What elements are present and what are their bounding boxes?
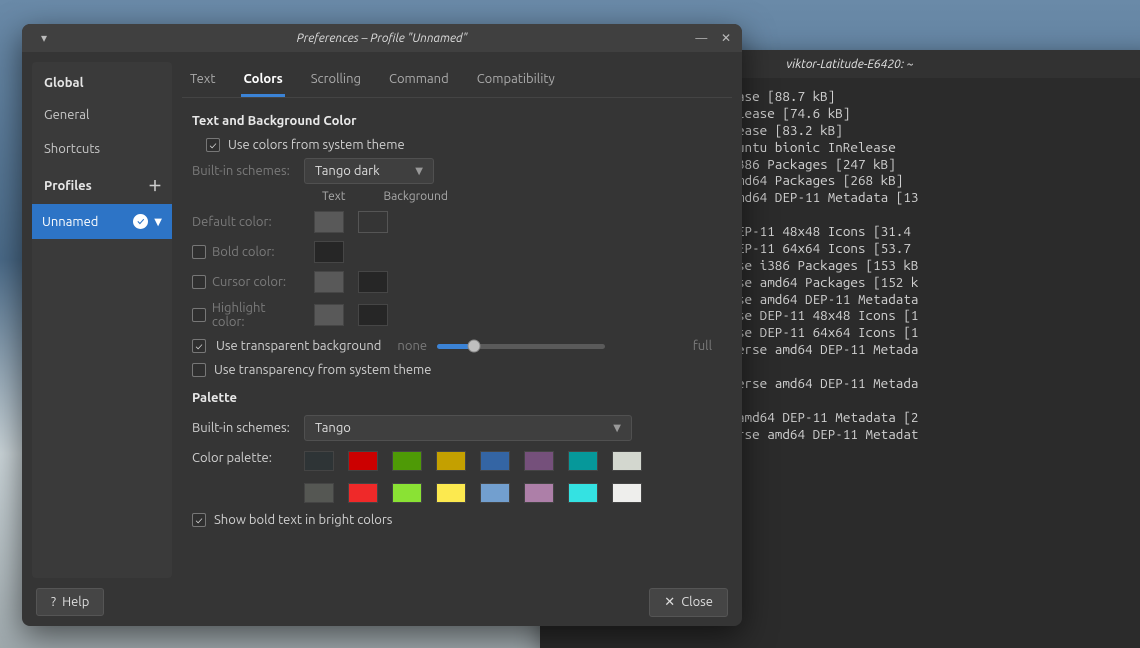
select-palette-scheme[interactable]: Tango ▼ — [304, 415, 632, 441]
palette-swatch-11[interactable] — [436, 483, 466, 503]
column-text: Text — [322, 190, 346, 203]
terminal-title: viktor-Latitude-E6420: ~ — [786, 58, 913, 71]
label-transparency-theme: Use transparency from system theme — [214, 363, 431, 377]
close-icon[interactable]: ✕ — [718, 30, 734, 46]
label-transparent-full: full — [693, 339, 712, 353]
palette-swatch-4[interactable] — [480, 451, 510, 471]
swatch-bold-text — [314, 241, 344, 263]
palette-swatch-12[interactable] — [480, 483, 510, 503]
label-color-palette: Color palette: — [192, 447, 296, 465]
label-palette-builtin: Built-in schemes: — [192, 421, 296, 435]
sidebar-item-general[interactable]: General — [32, 98, 172, 132]
sidebar-heading-global: Global — [32, 66, 172, 98]
palette-swatch-10[interactable] — [392, 483, 422, 503]
close-button[interactable]: ✕ Close — [649, 588, 728, 617]
swatch-cursor-text — [314, 271, 344, 293]
select-color-scheme-value: Tango dark — [315, 164, 380, 178]
sidebar: Global General Shortcuts Profiles ＋ Unna… — [32, 62, 172, 578]
checkbox-use-system-colors[interactable] — [206, 138, 220, 152]
tab-command[interactable]: Command — [387, 68, 451, 97]
tab-scrolling[interactable]: Scrolling — [309, 68, 363, 97]
tabs: Text Colors Scrolling Command Compatibil… — [182, 62, 732, 98]
palette-swatch-0[interactable] — [304, 451, 334, 471]
swatch-highlight-text — [314, 304, 344, 326]
checkbox-bold-bright[interactable] — [192, 513, 206, 527]
swatch-default-bg — [358, 211, 388, 233]
label-transparent-bg: Use transparent background — [216, 339, 381, 353]
palette-grid — [304, 451, 642, 503]
transparency-slider[interactable] — [437, 344, 605, 349]
add-profile-icon[interactable]: ＋ — [148, 176, 162, 196]
label-builtin-schemes: Built-in schemes: — [192, 164, 296, 178]
caret-icon: ▼ — [415, 165, 423, 177]
column-background: Background — [384, 190, 448, 203]
select-color-scheme[interactable]: Tango dark ▼ — [304, 158, 434, 184]
chevron-down-icon[interactable]: ▼ — [154, 216, 162, 228]
palette-swatch-7[interactable] — [612, 451, 642, 471]
swatch-cursor-bg — [358, 271, 388, 293]
checkbox-cursor-color[interactable] — [192, 275, 206, 289]
dialog-titlebar[interactable]: ▾ Preferences – Profile "Unnamed" — ✕ — [22, 24, 742, 52]
slider-thumb[interactable] — [468, 340, 481, 353]
label-default-color: Default color: — [192, 215, 272, 229]
content-panel: Text Colors Scrolling Command Compatibil… — [182, 62, 732, 578]
help-icon: ? — [51, 595, 56, 609]
close-x-icon: ✕ — [664, 595, 675, 610]
help-button[interactable]: ? Help — [36, 588, 104, 616]
palette-swatch-8[interactable] — [304, 483, 334, 503]
help-button-label: Help — [62, 595, 89, 609]
palette-swatch-9[interactable] — [348, 483, 378, 503]
checkbox-transparency-theme[interactable] — [192, 363, 206, 377]
palette-swatch-2[interactable] — [392, 451, 422, 471]
profile-name: Unnamed — [42, 215, 98, 229]
palette-swatch-1[interactable] — [348, 451, 378, 471]
window-menu-icon[interactable]: ▾ — [36, 30, 52, 46]
tab-text[interactable]: Text — [188, 68, 217, 97]
label-use-system-colors: Use colors from system theme — [228, 138, 405, 152]
palette-swatch-3[interactable] — [436, 451, 466, 471]
swatch-highlight-bg — [358, 304, 388, 326]
dialog-footer: ? Help ✕ Close — [22, 578, 742, 626]
sidebar-item-shortcuts[interactable]: Shortcuts — [32, 132, 172, 166]
palette-swatch-13[interactable] — [524, 483, 554, 503]
swatch-default-text — [314, 211, 344, 233]
label-bold-bright: Show bold text in bright colors — [214, 513, 392, 527]
label-highlight-color: Highlight color: — [212, 301, 300, 329]
caret-icon: ▼ — [613, 422, 621, 434]
sidebar-heading-profiles: Profiles — [44, 179, 92, 193]
checkbox-transparent-bg[interactable] — [192, 339, 206, 353]
label-cursor-color: Cursor color: — [212, 275, 286, 289]
preferences-dialog: ▾ Preferences – Profile "Unnamed" — ✕ Gl… — [22, 24, 742, 626]
dialog-title: Preferences – Profile "Unnamed" — [22, 32, 742, 45]
select-palette-scheme-value: Tango — [315, 421, 351, 435]
checkbox-highlight-color[interactable] — [192, 308, 206, 322]
palette-swatch-15[interactable] — [612, 483, 642, 503]
palette-swatch-6[interactable] — [568, 451, 598, 471]
minimize-icon[interactable]: — — [693, 30, 709, 46]
tab-compatibility[interactable]: Compatibility — [475, 68, 557, 97]
label-bold-color: Bold color: — [212, 245, 275, 259]
section-text-bg: Text and Background Color — [192, 114, 724, 128]
sidebar-item-profile-unnamed[interactable]: Unnamed ✓ ▼ — [32, 204, 172, 239]
check-icon: ✓ — [133, 214, 148, 229]
palette-swatch-5[interactable] — [524, 451, 554, 471]
label-transparent-none: none — [397, 339, 427, 353]
checkbox-bold-color[interactable] — [192, 245, 206, 259]
tab-colors[interactable]: Colors — [241, 68, 284, 97]
section-palette: Palette — [192, 391, 724, 405]
close-button-label: Close — [681, 595, 713, 609]
palette-swatch-14[interactable] — [568, 483, 598, 503]
